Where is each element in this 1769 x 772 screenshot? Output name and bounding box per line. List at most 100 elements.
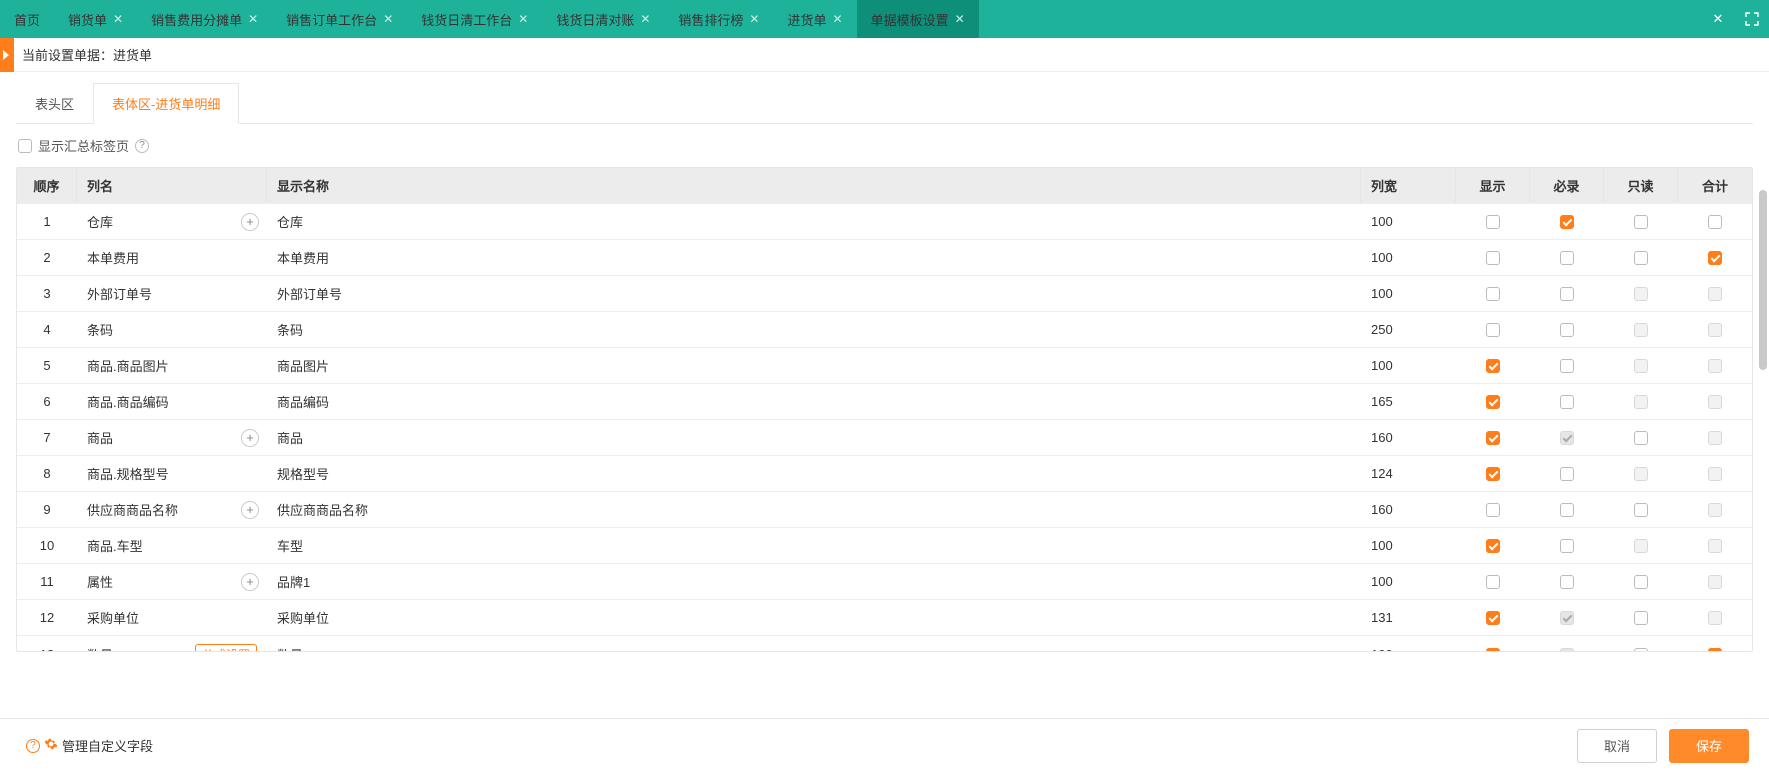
add-icon[interactable]: + xyxy=(241,213,259,231)
checkbox[interactable] xyxy=(1486,431,1500,445)
cell-disp[interactable]: 商品编码 xyxy=(267,384,1361,419)
checkbox[interactable] xyxy=(1486,215,1500,229)
cell-width[interactable]: 160 xyxy=(1361,420,1456,455)
checkbox[interactable] xyxy=(1634,575,1648,589)
cell-disp[interactable]: 仓库 xyxy=(267,204,1361,239)
show-summary-checkbox[interactable] xyxy=(18,139,32,153)
checkbox[interactable] xyxy=(1486,467,1500,481)
checkbox[interactable] xyxy=(1560,323,1574,337)
cell-disp[interactable]: 数量 xyxy=(267,636,1361,651)
cell-width[interactable]: 100 xyxy=(1361,240,1456,275)
close-icon[interactable]: ✕ xyxy=(113,12,123,26)
cell-disp[interactable]: 本单费用 xyxy=(267,240,1361,275)
checkbox[interactable] xyxy=(1708,648,1722,652)
tab-销售排行榜[interactable]: 销售排行榜✕ xyxy=(664,0,773,38)
cell-disp[interactable]: 外部订单号 xyxy=(267,276,1361,311)
tab-钱货日清工作台[interactable]: 钱货日清工作台✕ xyxy=(407,0,542,38)
table-row[interactable]: 7商品+商品160 xyxy=(17,419,1752,455)
close-icon[interactable]: ✕ xyxy=(640,12,650,26)
close-all-icon[interactable]: ✕ xyxy=(1701,0,1735,38)
fullscreen-icon[interactable] xyxy=(1735,0,1769,38)
cell-disp[interactable]: 采购单位 xyxy=(267,600,1361,635)
checkbox[interactable] xyxy=(1486,575,1500,589)
checkbox[interactable] xyxy=(1486,251,1500,265)
checkbox[interactable] xyxy=(1560,575,1574,589)
checkbox[interactable] xyxy=(1486,539,1500,553)
table-row[interactable]: 12采购单位采购单位131 xyxy=(17,599,1752,635)
cell-disp[interactable]: 条码 xyxy=(267,312,1361,347)
checkbox[interactable] xyxy=(1486,323,1500,337)
checkbox[interactable] xyxy=(1486,395,1500,409)
close-icon[interactable]: ✕ xyxy=(955,12,965,26)
table-row[interactable]: 3外部订单号外部订单号100 xyxy=(17,275,1752,311)
cell-width[interactable]: 165 xyxy=(1361,384,1456,419)
cell-width[interactable]: 100 xyxy=(1361,348,1456,383)
table-row[interactable]: 1仓库+仓库100 xyxy=(17,203,1752,239)
checkbox[interactable] xyxy=(1634,251,1648,265)
cell-width[interactable]: 100 xyxy=(1361,564,1456,599)
add-icon[interactable]: + xyxy=(241,501,259,519)
tab-销货单[interactable]: 销货单✕ xyxy=(54,0,137,38)
cell-disp[interactable]: 商品 xyxy=(267,420,1361,455)
table-row[interactable]: 11属性+品牌1100 xyxy=(17,563,1752,599)
checkbox[interactable] xyxy=(1486,503,1500,517)
table-row[interactable]: 2本单费用本单费用100 xyxy=(17,239,1752,275)
cell-width[interactable]: 100 xyxy=(1361,276,1456,311)
subtab-表头区[interactable]: 表头区 xyxy=(16,83,93,124)
table-row[interactable]: 9供应商商品名称+供应商商品名称160 xyxy=(17,491,1752,527)
close-icon[interactable]: ✕ xyxy=(518,12,528,26)
checkbox[interactable] xyxy=(1560,359,1574,373)
checkbox[interactable] xyxy=(1708,215,1722,229)
checkbox[interactable] xyxy=(1486,287,1500,301)
cell-width[interactable]: 131 xyxy=(1361,600,1456,635)
chevron-right-icon[interactable] xyxy=(0,38,14,72)
checkbox[interactable] xyxy=(1560,503,1574,517)
cell-disp[interactable]: 供应商商品名称 xyxy=(267,492,1361,527)
close-icon[interactable]: ✕ xyxy=(749,12,759,26)
checkbox[interactable] xyxy=(1560,287,1574,301)
tab-销售订单工作台[interactable]: 销售订单工作台✕ xyxy=(272,0,407,38)
tab-钱货日清对账[interactable]: 钱货日清对账✕ xyxy=(542,0,664,38)
table-row[interactable]: 4条码条码250 xyxy=(17,311,1752,347)
table-row[interactable]: 8商品.规格型号规格型号124 xyxy=(17,455,1752,491)
add-icon[interactable]: + xyxy=(241,429,259,447)
checkbox[interactable] xyxy=(1634,503,1648,517)
cell-disp[interactable]: 车型 xyxy=(267,528,1361,563)
close-icon[interactable]: ✕ xyxy=(383,12,393,26)
help-icon[interactable]: ? xyxy=(135,139,149,153)
checkbox[interactable] xyxy=(1486,648,1500,652)
close-icon[interactable]: ✕ xyxy=(248,12,258,26)
table-row[interactable]: 13数量公式设置数量100 xyxy=(17,635,1752,651)
close-icon[interactable]: ✕ xyxy=(833,12,843,26)
cancel-button[interactable]: 取消 xyxy=(1577,729,1657,763)
checkbox[interactable] xyxy=(1560,251,1574,265)
cell-width[interactable]: 124 xyxy=(1361,456,1456,491)
tab-销售费用分摊单[interactable]: 销售费用分摊单✕ xyxy=(137,0,272,38)
checkbox[interactable] xyxy=(1634,215,1648,229)
checkbox[interactable] xyxy=(1634,611,1648,625)
cell-width[interactable]: 100 xyxy=(1361,636,1456,651)
checkbox[interactable] xyxy=(1560,215,1574,229)
checkbox[interactable] xyxy=(1560,467,1574,481)
cell-width[interactable]: 100 xyxy=(1361,528,1456,563)
formula-button[interactable]: 公式设置 xyxy=(195,644,257,651)
table-row[interactable]: 6商品.商品编码商品编码165 xyxy=(17,383,1752,419)
tab-进货单[interactable]: 进货单✕ xyxy=(773,0,856,38)
cell-width[interactable]: 160 xyxy=(1361,492,1456,527)
checkbox[interactable] xyxy=(1486,359,1500,373)
scrollbar-thumb[interactable] xyxy=(1759,190,1767,370)
cell-disp[interactable]: 商品图片 xyxy=(267,348,1361,383)
save-button[interactable]: 保存 xyxy=(1669,729,1749,763)
checkbox[interactable] xyxy=(1560,539,1574,553)
table-row[interactable]: 10商品.车型车型100 xyxy=(17,527,1752,563)
tab-首页[interactable]: 首页 xyxy=(0,0,54,38)
checkbox[interactable] xyxy=(1634,431,1648,445)
manage-custom-fields-link[interactable]: ? 管理自定义字段 xyxy=(20,736,153,755)
subtab-表体区-进货单明细[interactable]: 表体区-进货单明细 xyxy=(93,83,239,124)
checkbox[interactable] xyxy=(1708,251,1722,265)
cell-disp[interactable]: 规格型号 xyxy=(267,456,1361,491)
table-row[interactable]: 5商品.商品图片商品图片100 xyxy=(17,347,1752,383)
cell-disp[interactable]: 品牌1 xyxy=(267,564,1361,599)
checkbox[interactable] xyxy=(1634,648,1648,652)
tab-单据模板设置[interactable]: 单据模板设置✕ xyxy=(857,0,979,38)
